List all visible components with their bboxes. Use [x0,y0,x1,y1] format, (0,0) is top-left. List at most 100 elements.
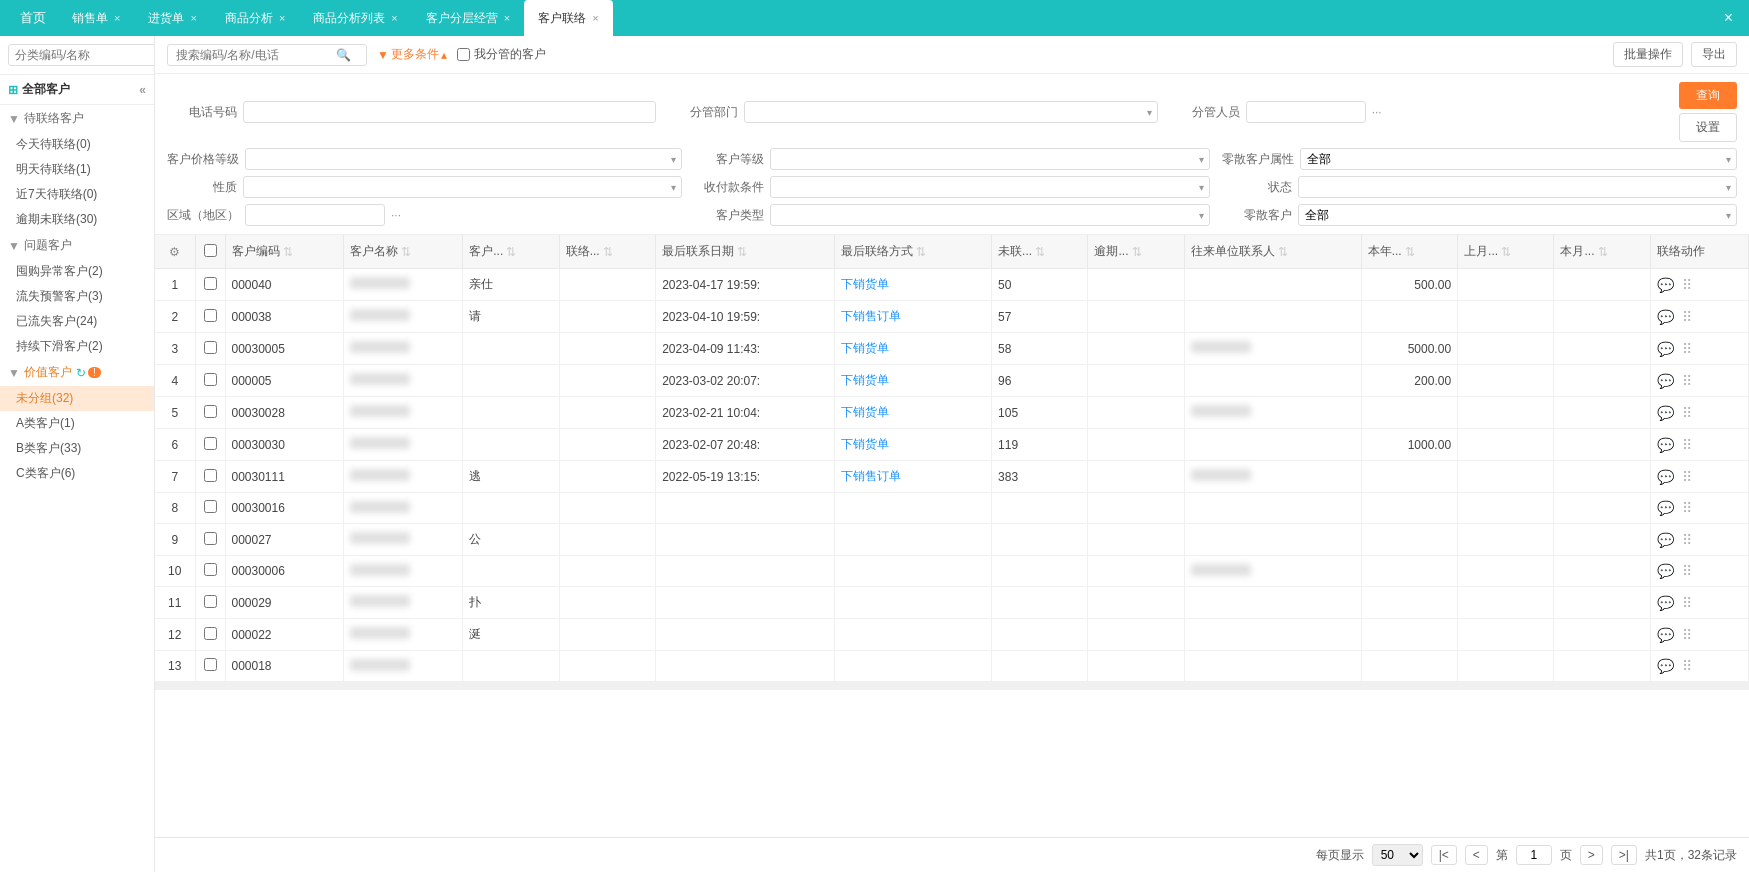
chat-icon[interactable]: 💬 [1657,595,1674,611]
more-action-icon[interactable]: ⠿ [1682,532,1692,548]
last-contact-method-cell[interactable]: 下销货单 [834,333,991,365]
sort-icon9[interactable]: ⇅ [1278,245,1288,259]
close-customer-mgmt-tab-icon[interactable]: × [504,12,510,24]
row-checkbox[interactable] [204,532,217,545]
row-checkbox-cell[interactable] [195,587,225,619]
chat-icon[interactable]: 💬 [1657,373,1674,389]
more-action-icon[interactable]: ⠿ [1682,277,1692,293]
contact-method-link[interactable]: 下销货单 [841,341,889,355]
row-checkbox-cell[interactable] [195,397,225,429]
sort-icon5[interactable]: ⇅ [737,245,747,259]
sidebar-item-churned[interactable]: 已流失客户(24) [0,309,154,334]
row-checkbox-cell[interactable] [195,619,225,651]
customer-level-select[interactable] [770,148,1209,170]
row-checkbox-cell[interactable] [195,493,225,524]
chat-icon[interactable]: 💬 [1657,658,1674,674]
last-contact-method-cell[interactable]: 下销货单 [834,429,991,461]
close-analysis-tab-icon[interactable]: × [279,12,285,24]
pending-contact-group[interactable]: ▼ 待联络客户 [0,105,154,132]
chat-icon[interactable]: 💬 [1657,405,1674,421]
last-page-btn[interactable]: >| [1611,845,1637,865]
sidebar-item-tomorrow[interactable]: 明天待联络(1) [0,157,154,182]
chat-icon[interactable]: 💬 [1657,532,1674,548]
value-customer-group[interactable]: ▼ 价值客户 ↻ ! [0,359,154,386]
nav-tab-sales[interactable]: 销售单 × [58,0,134,36]
more-action-icon[interactable]: ⠿ [1682,405,1692,421]
person-more-icon[interactable]: ··· [1372,105,1382,119]
more-action-icon[interactable]: ⠿ [1682,469,1692,485]
phone-input[interactable] [243,101,656,123]
chat-icon[interactable]: 💬 [1657,627,1674,643]
row-checkbox-cell[interactable] [195,461,225,493]
sidebar-item-class-b[interactable]: B类客户(33) [0,436,154,461]
retail-customer-select[interactable]: 全部 [1298,204,1737,226]
more-action-icon[interactable]: ⠿ [1682,341,1692,357]
contact-method-link[interactable]: 下销货单 [841,373,889,387]
payment-select[interactable] [770,176,1209,198]
page-size-select[interactable]: 50 100 [1372,844,1423,866]
customer-type-select[interactable] [770,204,1209,226]
more-action-icon[interactable]: ⠿ [1682,627,1692,643]
retail-attr-select[interactable]: 全部 [1300,148,1737,170]
sort-icon8[interactable]: ⇅ [1132,245,1142,259]
row-checkbox[interactable] [204,595,217,608]
last-contact-method-cell[interactable]: 下销货单 [834,397,991,429]
sort-icon[interactable]: ⇅ [283,245,293,259]
row-checkbox-cell[interactable] [195,301,225,333]
th-check[interactable] [195,235,225,269]
more-action-icon[interactable]: ⠿ [1682,658,1692,674]
last-contact-method-cell[interactable] [834,587,991,619]
close-all-tabs-icon[interactable]: × [1716,9,1741,27]
sort-icon10[interactable]: ⇅ [1405,245,1415,259]
nav-tab-purchase[interactable]: 进货单 × [134,0,210,36]
price-level-select[interactable] [245,148,682,170]
collapse-icon[interactable]: « [139,83,146,97]
contact-method-link[interactable]: 下销售订单 [841,309,901,323]
chat-icon[interactable]: 💬 [1657,500,1674,516]
row-checkbox[interactable] [204,373,217,386]
nav-tab-analysis[interactable]: 商品分析 × [211,0,299,36]
row-checkbox-cell[interactable] [195,651,225,682]
problem-customer-group[interactable]: ▼ 问题客户 [0,232,154,259]
sort-icon6[interactable]: ⇅ [916,245,926,259]
next-page-btn[interactable]: > [1580,845,1603,865]
sidebar-item-declining[interactable]: 持续下滑客户(2) [0,334,154,359]
sidebar-search-input[interactable] [8,44,155,66]
sort-icon2[interactable]: ⇅ [401,245,411,259]
more-action-icon[interactable]: ⠿ [1682,563,1692,579]
more-action-icon[interactable]: ⠿ [1682,500,1692,516]
sidebar-item-today[interactable]: 今天待联络(0) [0,132,154,157]
contact-method-link[interactable]: 下销售订单 [841,469,901,483]
sort-icon3[interactable]: ⇅ [506,245,516,259]
sort-icon7[interactable]: ⇅ [1035,245,1045,259]
row-checkbox-cell[interactable] [195,429,225,461]
chat-icon[interactable]: 💬 [1657,309,1674,325]
last-contact-method-cell[interactable] [834,493,991,524]
row-checkbox[interactable] [204,341,217,354]
chat-icon[interactable]: 💬 [1657,563,1674,579]
last-contact-method-cell[interactable] [834,651,991,682]
last-contact-method-cell[interactable] [834,524,991,556]
sidebar-item-ungrouped[interactable]: 未分组(32) [0,386,154,411]
more-action-icon[interactable]: ⠿ [1682,595,1692,611]
th-settings[interactable]: ⚙ [155,235,195,269]
first-page-btn[interactable]: |< [1431,845,1457,865]
prev-page-btn[interactable]: < [1465,845,1488,865]
row-checkbox-cell[interactable] [195,365,225,397]
sidebar-item-churn-warning[interactable]: 流失预警客户(3) [0,284,154,309]
more-action-icon[interactable]: ⠿ [1682,437,1692,453]
page-number-input[interactable] [1516,845,1552,865]
row-checkbox[interactable] [204,500,217,513]
refresh-icon[interactable]: ↻ [76,366,86,380]
sidebar-item-overdue[interactable]: 逾期未联络(30) [0,207,154,232]
more-action-icon[interactable]: ⠿ [1682,309,1692,325]
batch-ops-button[interactable]: 批量操作 [1613,42,1683,67]
chat-icon[interactable]: 💬 [1657,341,1674,357]
contact-method-link[interactable]: 下销货单 [841,437,889,451]
last-contact-method-cell[interactable] [834,619,991,651]
more-conditions-btn[interactable]: ▼ 更多条件 ▴ [377,46,447,63]
close-purchase-tab-icon[interactable]: × [190,12,196,24]
row-checkbox-cell[interactable] [195,556,225,587]
chat-icon[interactable]: 💬 [1657,277,1674,293]
sort-icon4[interactable]: ⇅ [603,245,613,259]
